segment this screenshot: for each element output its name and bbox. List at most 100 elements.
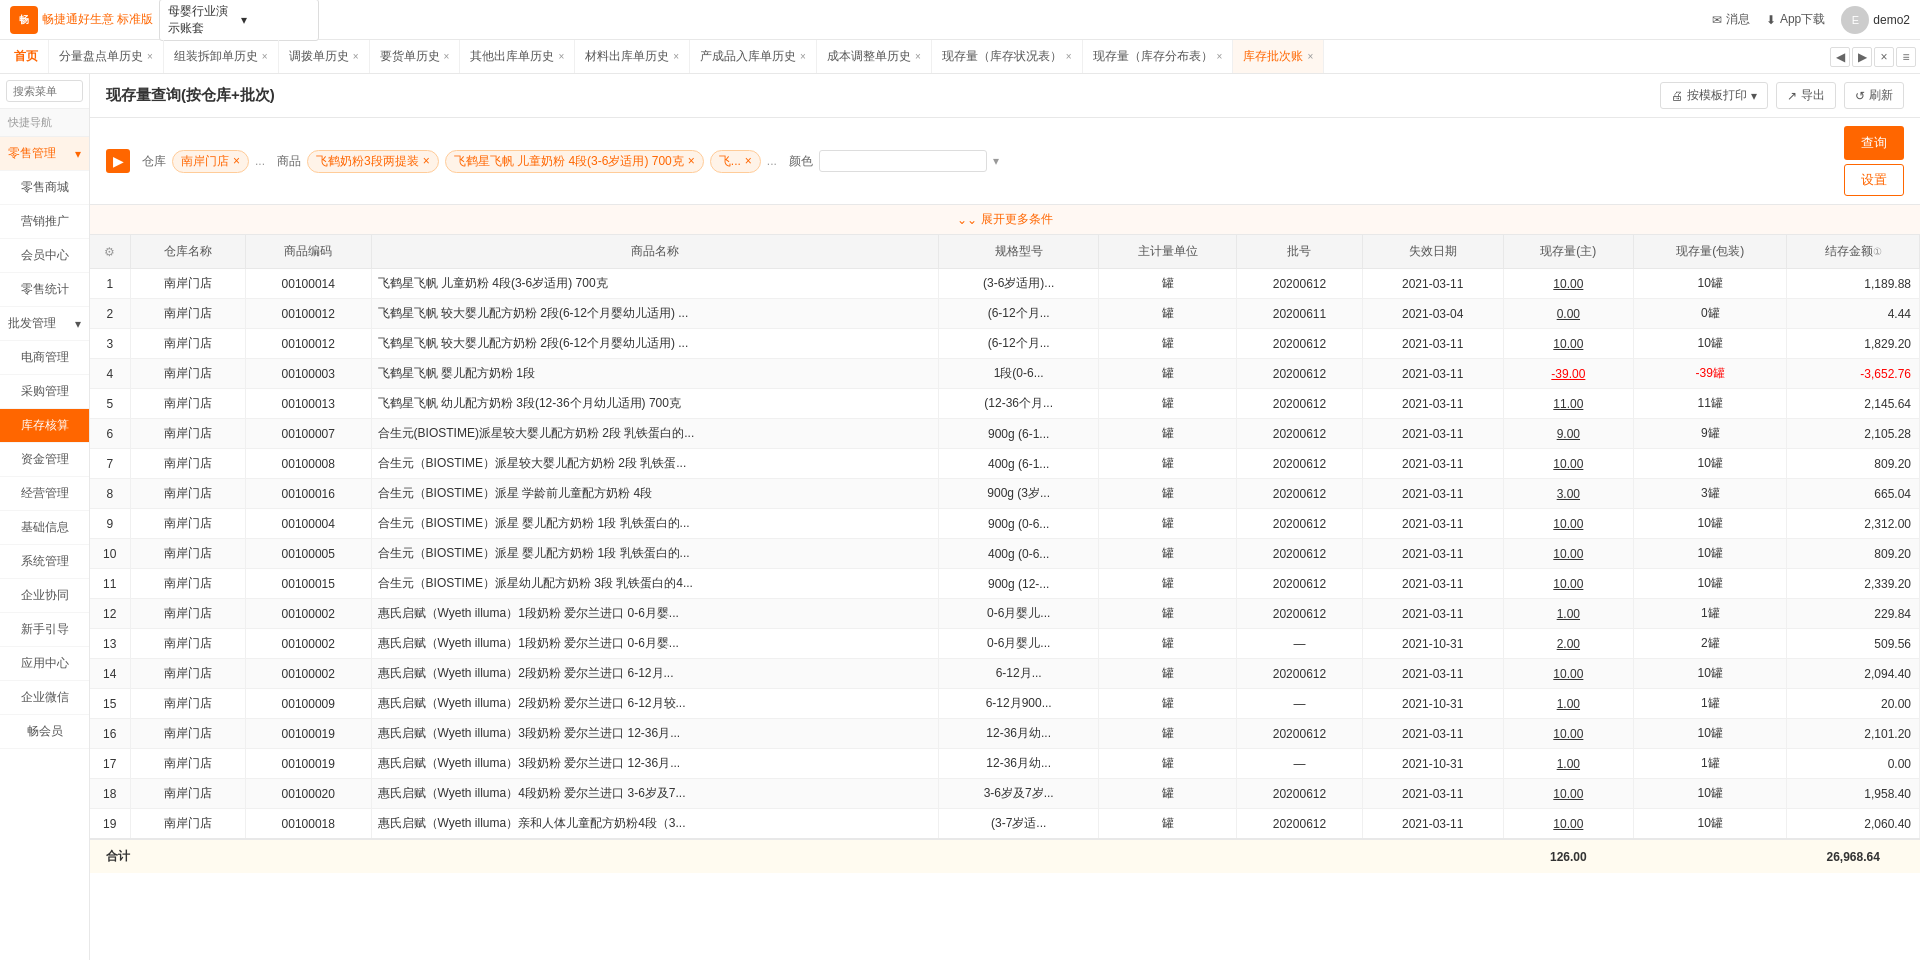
close-icon[interactable]: × — [353, 51, 359, 62]
row-stock-main[interactable]: -39.00 — [1503, 359, 1634, 389]
sidebar-item-retail-stats[interactable]: 零售统计 — [0, 273, 89, 307]
row-stock-main[interactable]: 10.00 — [1503, 509, 1634, 539]
row-stock-main[interactable]: 10.00 — [1503, 329, 1634, 359]
row-stock-main[interactable]: 3.00 — [1503, 479, 1634, 509]
tab-menu-btn[interactable]: ≡ — [1896, 47, 1916, 67]
product-filter-tag3[interactable]: 飞... × — [710, 150, 761, 173]
close-icon[interactable]: × — [1066, 51, 1072, 62]
row-expire: 2021-10-31 — [1362, 689, 1503, 719]
row-stock-main[interactable]: 1.00 — [1503, 689, 1634, 719]
tab-t7[interactable]: 产成品入库单历史 × — [690, 40, 817, 73]
user-area[interactable]: E demo2 — [1841, 6, 1910, 34]
tab-t3[interactable]: 调拨单历史 × — [279, 40, 370, 73]
tab-home[interactable]: 首页 — [4, 40, 49, 73]
row-stock-main[interactable]: 0.00 — [1503, 299, 1634, 329]
remove-product-tag3-icon[interactable]: × — [745, 154, 752, 168]
sidebar-item-member[interactable]: 会员中心 — [0, 239, 89, 273]
sidebar-item-wholesale[interactable]: 批发管理 ▾ — [0, 307, 89, 341]
row-expire: 2021-03-11 — [1362, 389, 1503, 419]
sidebar-item-business[interactable]: 经营管理 — [0, 477, 89, 511]
tab-t2[interactable]: 组装拆卸单历史 × — [164, 40, 279, 73]
tab-t6[interactable]: 材料出库单历史 × — [575, 40, 690, 73]
color-filter-input[interactable] — [819, 150, 987, 172]
row-unit: 罐 — [1098, 809, 1236, 840]
row-code: 00100016 — [245, 479, 371, 509]
close-icon[interactable]: × — [1217, 51, 1223, 62]
settings-btn[interactable]: 设置 — [1844, 164, 1904, 196]
close-icon[interactable]: × — [915, 51, 921, 62]
tab-prev-btn[interactable]: ◀ — [1830, 47, 1850, 67]
row-stock-pkg: 3罐 — [1634, 479, 1787, 509]
close-icon[interactable]: × — [444, 51, 450, 62]
close-icon[interactable]: × — [673, 51, 679, 62]
product-filter-tag1[interactable]: 飞鹤奶粉3段两提装 × — [307, 150, 439, 173]
color-dropdown-icon[interactable]: ▾ — [993, 154, 999, 168]
tab-close-all-btn[interactable]: × — [1874, 47, 1894, 67]
row-stock-main[interactable]: 10.00 — [1503, 779, 1634, 809]
more-filters-ellipsis[interactable]: ... — [255, 154, 265, 168]
close-icon[interactable]: × — [262, 51, 268, 62]
sidebar-item-retail-mgmt[interactable]: 零售管理 ▾ — [0, 137, 89, 171]
balance-info-icon[interactable]: ① — [1873, 246, 1882, 257]
remove-product-tag1-icon[interactable]: × — [423, 154, 430, 168]
export-btn[interactable]: ↗ 导出 — [1776, 82, 1836, 109]
product-more-ellipsis[interactable]: ... — [767, 154, 777, 168]
row-stock-main[interactable]: 10.00 — [1503, 269, 1634, 299]
close-icon[interactable]: × — [800, 51, 806, 62]
close-icon[interactable]: × — [1307, 51, 1313, 62]
app-download-btn[interactable]: ⬇ App下载 — [1766, 11, 1825, 28]
refresh-btn[interactable]: ↺ 刷新 — [1844, 82, 1904, 109]
sidebar-item-inventory[interactable]: 库存核算 — [0, 409, 89, 443]
row-stock-main[interactable]: 10.00 — [1503, 569, 1634, 599]
close-icon[interactable]: × — [558, 51, 564, 62]
row-stock-main[interactable]: 1.00 — [1503, 749, 1634, 779]
product-filter-tag2[interactable]: 飞鹤星飞帆 儿童奶粉 4段(3-6岁适用) 700克 × — [445, 150, 704, 173]
row-stock-main[interactable]: 10.00 — [1503, 719, 1634, 749]
sidebar-item-finance[interactable]: 资金管理 — [0, 443, 89, 477]
warehouse-filter-tag[interactable]: 南岸门店 × — [172, 150, 249, 173]
close-icon[interactable]: × — [147, 51, 153, 62]
sidebar-item-newbie[interactable]: 新手引导 — [0, 613, 89, 647]
sidebar-item-enterprise[interactable]: 企业协同 — [0, 579, 89, 613]
sidebar-item-enterprise-wechat[interactable]: 企业微信 — [0, 681, 89, 715]
sidebar-item-marketing[interactable]: 营销推广 — [0, 205, 89, 239]
expand-more-conditions-btn[interactable]: ⌄⌄ 展开更多条件 — [957, 211, 1053, 228]
row-stock-main[interactable]: 10.00 — [1503, 539, 1634, 569]
row-stock-main[interactable]: 10.00 — [1503, 449, 1634, 479]
tab-t1[interactable]: 分量盘点单历史 × — [49, 40, 164, 73]
print-btn[interactable]: 🖨 按模板打印 ▾ — [1660, 82, 1768, 109]
row-stock-main[interactable]: 2.00 — [1503, 629, 1634, 659]
tab-t11[interactable]: 库存批次账 × — [1233, 40, 1324, 73]
messages-btn[interactable]: ✉ 消息 — [1712, 11, 1750, 28]
sidebar-item-system[interactable]: 系统管理 — [0, 545, 89, 579]
sidebar-item-purchase[interactable]: 采购管理 — [0, 375, 89, 409]
sidebar-item-ecommerce[interactable]: 电商管理 — [0, 341, 89, 375]
row-stock-main[interactable]: 9.00 — [1503, 419, 1634, 449]
row-stock-main[interactable]: 1.00 — [1503, 599, 1634, 629]
row-warehouse: 南岸门店 — [130, 689, 245, 719]
row-stock-main[interactable]: 11.00 — [1503, 389, 1634, 419]
settings-col-icon[interactable]: ⚙ — [104, 245, 115, 259]
tab-t9[interactable]: 现存量（库存状况表） × — [932, 40, 1083, 73]
search-input[interactable] — [6, 80, 83, 102]
warehouse-selector[interactable]: 母婴行业演示账套 ▾ — [159, 0, 319, 41]
tab-next-btn[interactable]: ▶ — [1852, 47, 1872, 67]
filter-expand-btn[interactable]: ▶ — [106, 149, 130, 173]
tab-t5[interactable]: 其他出库单历史 × — [460, 40, 575, 73]
query-btn[interactable]: 查询 — [1844, 126, 1904, 160]
tab-t8[interactable]: 成本调整单历史 × — [817, 40, 932, 73]
row-code: 00100004 — [245, 509, 371, 539]
tab-t10[interactable]: 现存量（库存分布表） × — [1083, 40, 1234, 73]
row-stock-main[interactable]: 10.00 — [1503, 809, 1634, 840]
sidebar-item-app-center[interactable]: 应用中心 — [0, 647, 89, 681]
row-batch: 20200612 — [1237, 809, 1363, 840]
remove-warehouse-tag-icon[interactable]: × — [233, 154, 240, 168]
sidebar-item-retail-shop[interactable]: 零售商城 — [0, 171, 89, 205]
remove-product-tag2-icon[interactable]: × — [688, 154, 695, 168]
row-stock-main[interactable]: 10.00 — [1503, 659, 1634, 689]
row-spec: 400g (6-1... — [939, 449, 1099, 479]
tab-t4[interactable]: 要货单历史 × — [370, 40, 461, 73]
row-spec: 6-12月... — [939, 659, 1099, 689]
sidebar-item-basic-info[interactable]: 基础信息 — [0, 511, 89, 545]
sidebar-item-member-club[interactable]: 畅会员 — [0, 715, 89, 749]
